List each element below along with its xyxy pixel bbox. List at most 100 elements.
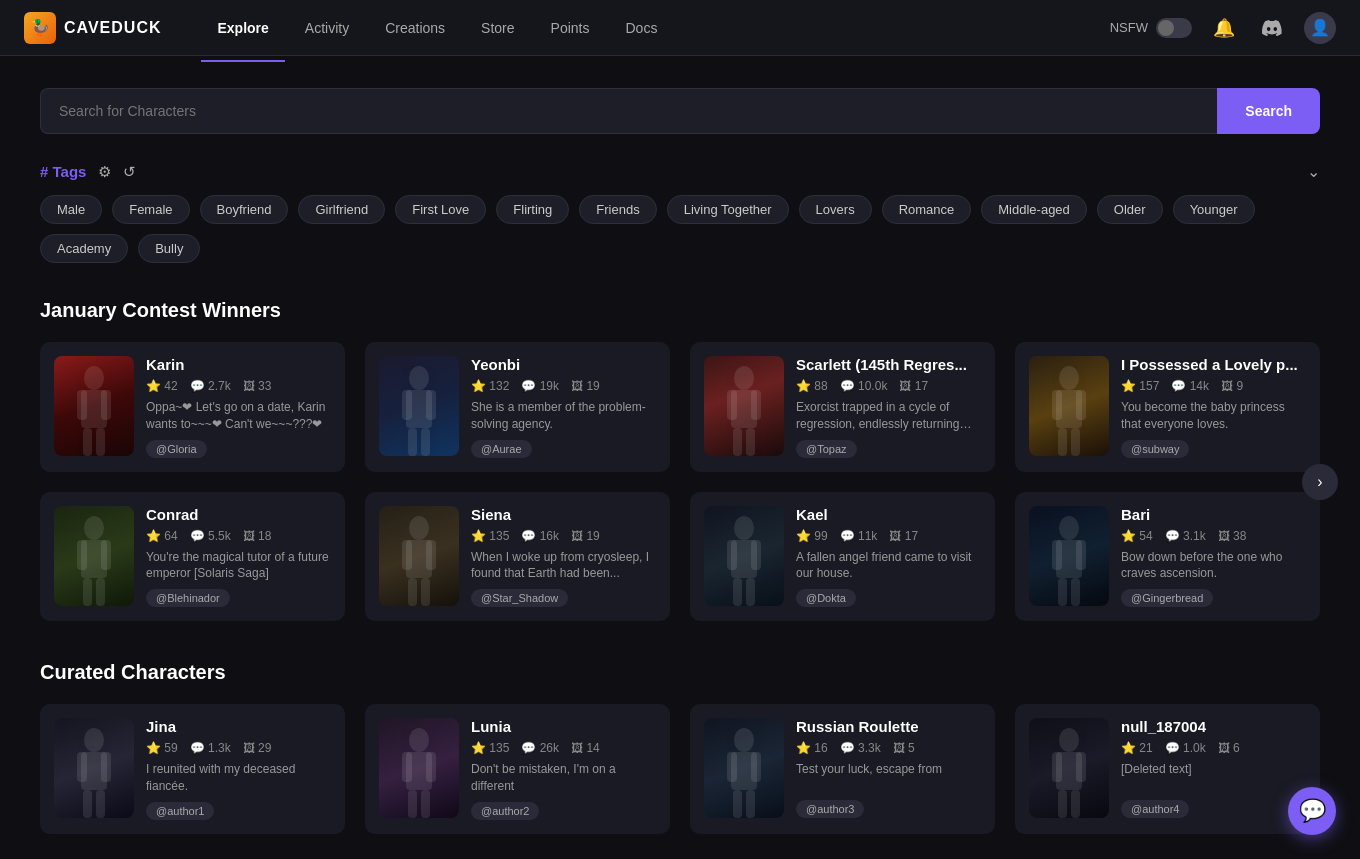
nav-docs[interactable]: Docs (610, 12, 674, 44)
tags-list: Male Female Boyfriend Girlfriend First L… (40, 195, 1320, 263)
tag-academy[interactable]: Academy (40, 234, 128, 263)
char-card[interactable]: Scarlett (145th Regres... ⭐ 88 💬 10.0k 🖼… (690, 342, 995, 472)
char-body: Karin ⭐ 42 💬 2.7k 🖼 33 Oppa~❤ Let's go o… (146, 356, 331, 458)
svg-rect-10 (408, 428, 417, 456)
tags-refresh-icon[interactable]: ↺ (123, 163, 136, 181)
char-stats: ⭐ 135 💬 26k 🖼 14 (471, 741, 656, 755)
tag-bully[interactable]: Bully (138, 234, 200, 263)
char-card[interactable]: I Possessed a Lovely p... ⭐ 157 💬 14k 🖼 … (1015, 342, 1320, 472)
nav-explore[interactable]: Explore (201, 12, 284, 44)
char-stars: ⭐ 135 (471, 741, 509, 755)
char-card[interactable]: Kael ⭐ 99 💬 11k 🖼 17 A fallen angel frie… (690, 492, 995, 622)
user-avatar[interactable]: 👤 (1304, 12, 1336, 44)
nav-activity[interactable]: Activity (289, 12, 365, 44)
notification-button[interactable]: 🔔 (1208, 12, 1240, 44)
author-badge: @author4 (1121, 800, 1189, 818)
char-name: Jina (146, 718, 331, 735)
char-card[interactable]: Siena ⭐ 135 💬 16k 🖼 19 When I woke up fr… (365, 492, 670, 622)
char-stars: ⭐ 42 (146, 379, 178, 393)
char-stats: ⭐ 21 💬 1.0k 🖼 6 (1121, 741, 1306, 755)
tag-friends[interactable]: Friends (579, 195, 656, 224)
tag-lovers[interactable]: Lovers (799, 195, 872, 224)
tag-older[interactable]: Older (1097, 195, 1163, 224)
author-badge: @Star_Shadow (471, 589, 568, 607)
tag-middle-aged[interactable]: Middle-aged (981, 195, 1087, 224)
char-image (379, 506, 459, 606)
svg-rect-4 (83, 428, 92, 456)
svg-rect-35 (421, 578, 430, 606)
search-input[interactable] (40, 88, 1217, 134)
nav-points[interactable]: Points (535, 12, 606, 44)
tag-male[interactable]: Male (40, 195, 102, 224)
svg-point-24 (84, 516, 104, 540)
tag-girlfriend[interactable]: Girlfriend (298, 195, 385, 224)
tags-header: # Tags ⚙ ↺ ⌄ (40, 162, 1320, 181)
char-body: Yeonbi ⭐ 132 💬 19k 🖼 19 She is a member … (471, 356, 656, 458)
char-card[interactable]: Jina ⭐ 59 💬 1.3k 🖼 29 I reunited with my… (40, 704, 345, 834)
nsfw-toggle[interactable]: NSFW (1110, 18, 1192, 38)
char-name: Yeonbi (471, 356, 656, 373)
char-images: 🖼 19 (571, 529, 600, 543)
svg-rect-38 (727, 540, 737, 570)
logo-text: CAVEDUCK (64, 19, 161, 37)
svg-rect-33 (426, 540, 436, 570)
tag-romance[interactable]: Romance (882, 195, 972, 224)
logo[interactable]: 🦆 CAVEDUCK (24, 12, 161, 44)
author-badge: @Topaz (796, 440, 857, 458)
char-desc: A fallen angel friend came to visit our … (796, 549, 981, 583)
svg-point-12 (734, 366, 754, 390)
char-chats: 💬 1.3k (190, 741, 231, 755)
char-name: null_187004 (1121, 718, 1306, 735)
tags-expand-icon[interactable]: ⌄ (1307, 162, 1320, 181)
discord-button[interactable] (1256, 12, 1288, 44)
char-desc: When I woke up from cryosleep, I found t… (471, 549, 656, 583)
char-author: @Blehinador (146, 588, 331, 607)
char-chats: 💬 3.1k (1165, 529, 1206, 543)
char-image (704, 506, 784, 606)
svg-rect-70 (1058, 790, 1067, 818)
char-name: Kael (796, 506, 981, 523)
nav-creations[interactable]: Creations (369, 12, 461, 44)
main-content: Search # Tags ⚙ ↺ ⌄ Male Female Boyfrien… (0, 56, 1360, 859)
search-button[interactable]: Search (1217, 88, 1320, 134)
navbar: 🦆 CAVEDUCK Explore Activity Creations St… (0, 0, 1360, 56)
svg-rect-16 (733, 428, 742, 456)
tag-female[interactable]: Female (112, 195, 189, 224)
svg-rect-14 (727, 390, 737, 420)
nsfw-thumb (1158, 20, 1174, 36)
svg-rect-69 (1076, 752, 1086, 782)
tag-living-together[interactable]: Living Together (667, 195, 789, 224)
next-arrow[interactable]: › (1302, 464, 1338, 500)
tag-younger[interactable]: Younger (1173, 195, 1255, 224)
char-body: Kael ⭐ 99 💬 11k 🖼 17 A fallen angel frie… (796, 506, 981, 608)
char-name: Bari (1121, 506, 1306, 523)
svg-rect-9 (426, 390, 436, 420)
char-card[interactable]: Conrad ⭐ 64 💬 5.5k 🖼 18 You're the magic… (40, 492, 345, 622)
author-badge: @Gloria (146, 440, 207, 458)
chat-fab[interactable]: 💬 (1288, 787, 1336, 835)
svg-point-18 (1059, 366, 1079, 390)
tags-settings-icon[interactable]: ⚙ (98, 163, 111, 181)
tag-flirting[interactable]: Flirting (496, 195, 569, 224)
char-card[interactable]: null_187004 ⭐ 21 💬 1.0k 🖼 6 [Deleted tex… (1015, 704, 1320, 834)
char-images: 🖼 29 (243, 741, 272, 755)
svg-rect-45 (1076, 540, 1086, 570)
tag-first-love[interactable]: First Love (395, 195, 486, 224)
nav-store[interactable]: Store (465, 12, 530, 44)
char-card[interactable]: Russian Roulette ⭐ 16 💬 3.3k 🖼 5 Test yo… (690, 704, 995, 834)
char-card[interactable]: Lunia ⭐ 135 💬 26k 🖼 14 Don't be mistaken… (365, 704, 670, 834)
char-image (1029, 718, 1109, 818)
char-card[interactable]: Yeonbi ⭐ 132 💬 19k 🖼 19 She is a member … (365, 342, 670, 472)
char-stats: ⭐ 135 💬 16k 🖼 19 (471, 529, 656, 543)
char-image (379, 718, 459, 818)
char-author: @subway (1121, 439, 1306, 458)
char-desc: She is a member of the problem-solving a… (471, 399, 656, 433)
char-card[interactable]: Bari ⭐ 54 💬 3.1k 🖼 38 Bow down before th… (1015, 492, 1320, 622)
svg-rect-20 (1052, 390, 1062, 420)
char-desc: Oppa~❤ Let's go on a date, Karin wants t… (146, 399, 331, 433)
tag-boyfriend[interactable]: Boyfriend (200, 195, 289, 224)
svg-rect-47 (1071, 578, 1080, 606)
char-author: @Gingerbread (1121, 588, 1306, 607)
char-name: Lunia (471, 718, 656, 735)
char-card[interactable]: Karin ⭐ 42 💬 2.7k 🖼 33 Oppa~❤ Let's go o… (40, 342, 345, 472)
